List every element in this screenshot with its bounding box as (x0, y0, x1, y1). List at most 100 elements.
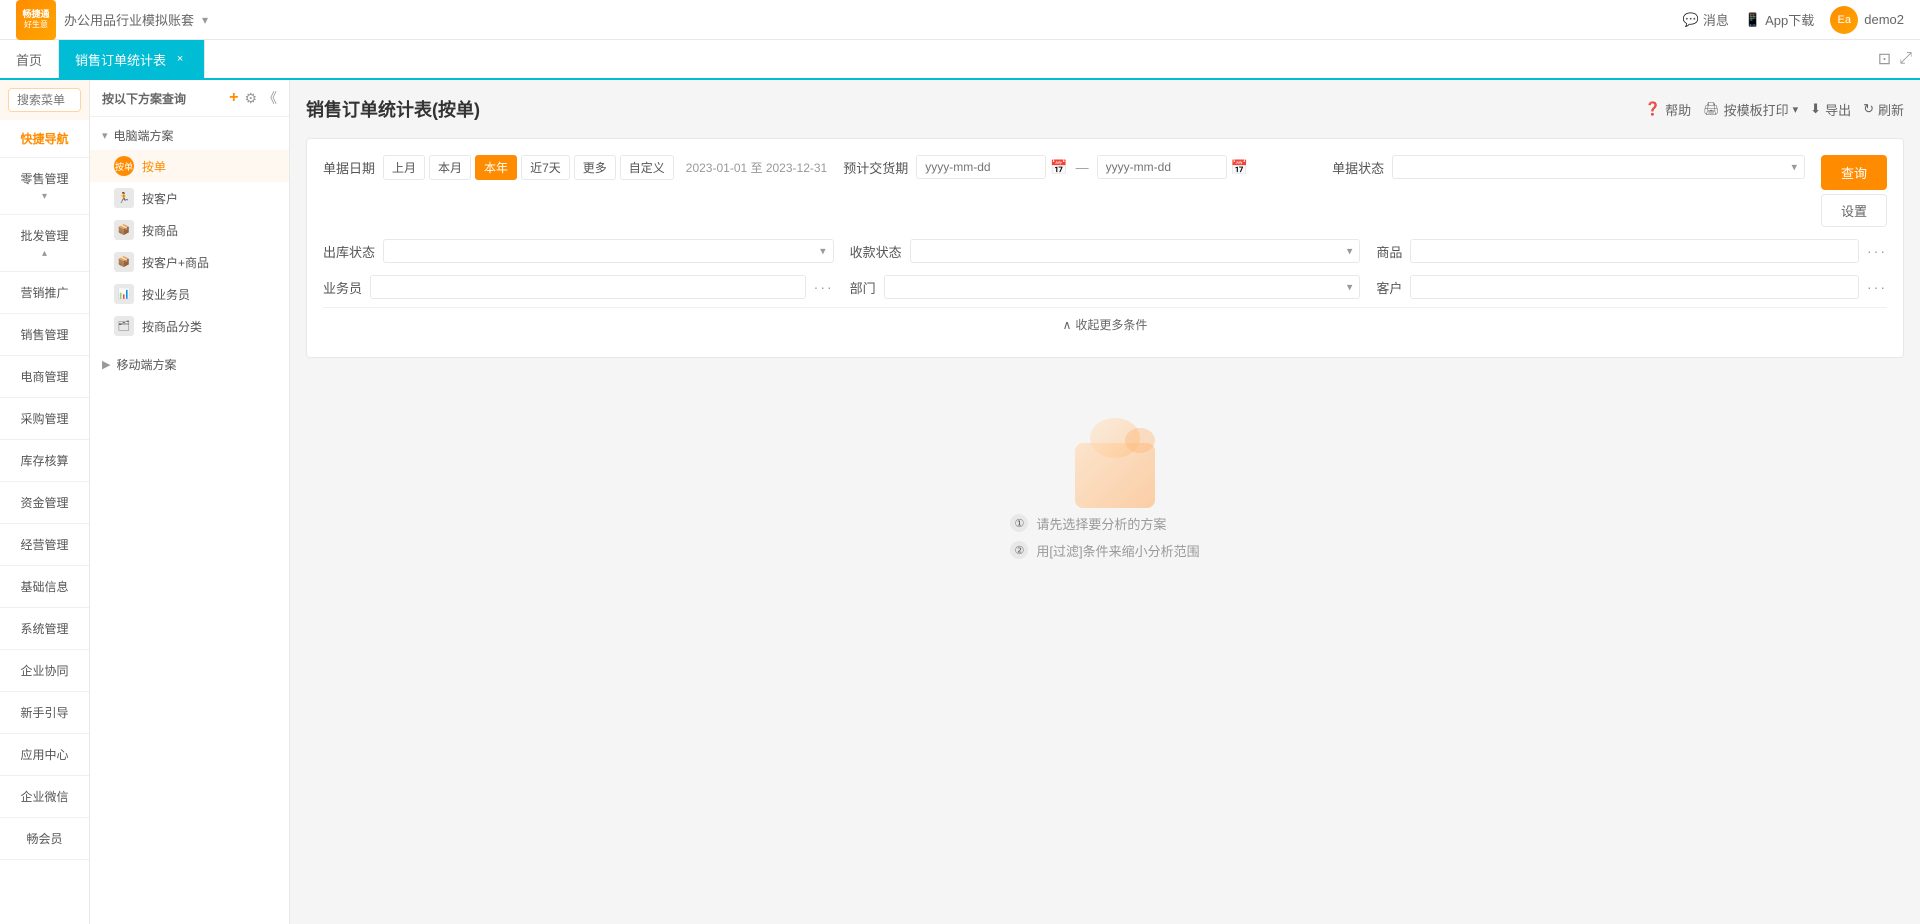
calendar-to-icon[interactable]: 📅 (1231, 159, 1248, 176)
settings-btn[interactable]: 设置 (1821, 194, 1887, 227)
sidebar-item-label: 企业微信 (20, 788, 68, 805)
query-btn[interactable]: 查询 (1821, 155, 1887, 190)
user-menu[interactable]: Ea demo2 (1830, 6, 1904, 34)
sidebar-item-label: 采购管理 (20, 410, 68, 427)
search-input[interactable] (8, 88, 81, 112)
salesperson-input[interactable] (370, 275, 806, 299)
download-icon: 📱 (1745, 12, 1761, 28)
scheme-item-by-customer[interactable]: 🏃 按客户 (90, 182, 289, 214)
bill-status-group: 单据状态 (1332, 155, 1805, 179)
goods-input[interactable] (1410, 239, 1859, 263)
sidebar-item-marketing[interactable]: 营销推广 (0, 272, 89, 314)
sidebar-item-operation[interactable]: 经营管理 (0, 524, 89, 566)
filter-row-3: 业务员 ··· 部门 客户 ··· (323, 275, 1887, 299)
title-dropdown[interactable]: ▾ (202, 13, 208, 27)
scheme-item-by-customer-goods[interactable]: 📦 按客户+商品 (90, 246, 289, 278)
sidebar-item-basic[interactable]: 基础信息 (0, 566, 89, 608)
salesperson-icon: 📊 (114, 284, 134, 304)
date-to-input[interactable] (1097, 155, 1227, 179)
sidebar-item-retail[interactable]: 零售管理 ▾ (0, 158, 89, 215)
sidebar-item-system[interactable]: 系统管理 (0, 608, 89, 650)
sidebar-item-sales[interactable]: 销售管理 (0, 314, 89, 356)
collapse-btn[interactable]: ∧ 收起更多条件 (1063, 316, 1148, 333)
salesperson-more-icon[interactable]: ··· (814, 279, 834, 295)
page-actions: ❓ 帮助 🖨 按模板打印 ▾ ⬇ 导出 ↻ 刷新 (1645, 100, 1904, 119)
scheme-group-mobile: ▶ 移动端方案 (90, 346, 289, 383)
message-btn[interactable]: 💬 消息 (1683, 10, 1729, 29)
date-btn-this-month[interactable]: 本月 (429, 155, 471, 180)
goods-more-icon[interactable]: ··· (1867, 243, 1887, 259)
customer-input[interactable] (1410, 275, 1859, 299)
tab-sales-order[interactable]: 销售订单统计表 × (59, 40, 205, 78)
sidebar-item-member[interactable]: 畅会员 (0, 818, 89, 860)
help-btn[interactable]: ❓ 帮助 (1645, 100, 1691, 119)
bill-status-select-wrapper (1392, 155, 1805, 179)
sidebar-item-label: 畅会员 (26, 830, 62, 847)
filter-row-2: 出库状态 收款状态 商品 ··· (323, 239, 1887, 263)
print-btn[interactable]: 🖨 按模板打印 ▾ (1703, 100, 1798, 119)
payment-status-select[interactable] (910, 239, 1361, 263)
empty-tip-2: ② 用[过滤]条件来缩小分析范围 (1010, 541, 1199, 560)
tab-home[interactable]: 首页 (0, 40, 59, 78)
topbar-left: 畅捷通 好生意 办公用品行业模拟账套 ▾ (16, 0, 208, 40)
scheme-group-desktop-header[interactable]: ▾ 电脑端方案 (90, 121, 289, 150)
out-status-wrapper (383, 239, 834, 263)
download-btn[interactable]: 📱 App下载 (1745, 10, 1814, 29)
sidebar-item-ecommerce[interactable]: 电商管理 (0, 356, 89, 398)
customer-more-icon[interactable]: ··· (1867, 279, 1887, 295)
quick-nav-btn[interactable]: 快捷导航 (0, 120, 89, 158)
date-buttons: 上月 本月 本年 近7天 更多 自定义 (383, 155, 674, 180)
refresh-btn[interactable]: ↻ 刷新 (1863, 100, 1904, 119)
maximize-icon[interactable]: ⤢ (1899, 50, 1912, 68)
tab-close-icon[interactable]: × (172, 51, 188, 67)
sidebar-item-finance[interactable]: 资金管理 (0, 482, 89, 524)
sidebar-item-label: 销售管理 (20, 326, 68, 343)
search-menu-container (0, 80, 89, 120)
date-from-input[interactable] (916, 155, 1046, 179)
department-group: 部门 (850, 275, 1361, 299)
date-btn-more[interactable]: 更多 (574, 155, 616, 180)
restore-icon[interactable]: ⊡ (1878, 49, 1891, 69)
scheme-group-mobile-header[interactable]: ▶ 移动端方案 (90, 350, 289, 379)
add-scheme-btn[interactable]: + (229, 89, 238, 107)
department-label: 部门 (850, 278, 876, 297)
tabbar: 首页 销售订单统计表 × ⊡ ⤢ (0, 40, 1920, 80)
collapse-scheme-btn[interactable]: 《 (263, 88, 277, 108)
sidebar-item-wholesale[interactable]: 批发管理 ▴ (0, 215, 89, 272)
salesperson-group: 业务员 ··· (323, 275, 834, 299)
date-btn-custom[interactable]: 自定义 (620, 155, 674, 180)
app-title: 办公用品行业模拟账套 (64, 10, 194, 29)
scheme-item-by-category[interactable]: 🗂 按商品分类 (90, 310, 289, 342)
department-select[interactable] (884, 275, 1361, 299)
sidebar-item-purchase[interactable]: 采购管理 (0, 398, 89, 440)
export-btn[interactable]: ⬇ 导出 (1810, 100, 1851, 119)
sidebar-item-wechat[interactable]: 企业微信 (0, 776, 89, 818)
date-btn-this-year[interactable]: 本年 (475, 155, 517, 180)
sidebar-item-label: 零售管理 (20, 170, 68, 187)
message-icon: 💬 (1683, 12, 1699, 28)
tip-num-2: ② (1010, 541, 1028, 559)
sidebar-item-guide[interactable]: 新手引导 (0, 692, 89, 734)
sidebar-item-label: 系统管理 (20, 620, 68, 637)
scheme-item-by-salesperson[interactable]: 📊 按业务员 (90, 278, 289, 310)
scheme-item-by-order[interactable]: 按单 按单 (90, 150, 289, 182)
salesperson-label: 业务员 (323, 278, 362, 297)
sidebar-item-enterprise[interactable]: 企业协同 (0, 650, 89, 692)
bill-status-label: 单据状态 (1332, 158, 1384, 177)
chevron-right-icon: ▶ (102, 358, 110, 371)
sidebar-item-label: 新手引导 (20, 704, 68, 721)
chevron-up-icon: ▴ (42, 248, 47, 259)
customer-icon: 🏃 (114, 188, 134, 208)
scheme-item-by-goods[interactable]: 📦 按商品 (90, 214, 289, 246)
calendar-from-icon[interactable]: 📅 (1050, 159, 1067, 176)
print-icon: 🖨 (1703, 101, 1720, 117)
out-status-select[interactable] (383, 239, 834, 263)
sidebar-item-label: 基础信息 (20, 578, 68, 595)
date-btn-last-month[interactable]: 上月 (383, 155, 425, 180)
bill-status-select[interactable] (1392, 155, 1805, 179)
sidebar-item-inventory[interactable]: 库存核算 (0, 440, 89, 482)
scheme-panel-header: 按以下方案查询 + ⚙ 《 (90, 80, 289, 117)
date-btn-7days[interactable]: 近7天 (521, 155, 570, 180)
settings-scheme-btn[interactable]: ⚙ (244, 90, 257, 107)
sidebar-item-apps[interactable]: 应用中心 (0, 734, 89, 776)
